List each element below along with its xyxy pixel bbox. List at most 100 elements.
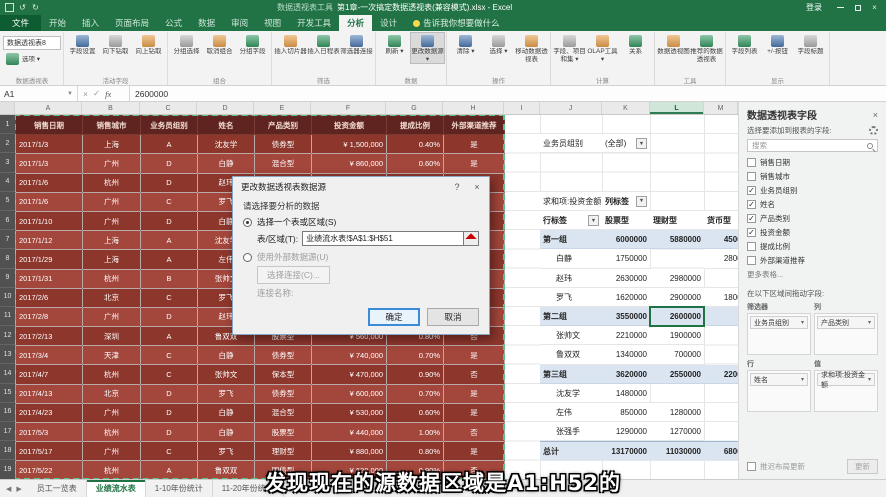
pivot-cell-K10[interactable]: 1620000 xyxy=(602,288,650,307)
table-cell[interactable]: 2017/1/31 xyxy=(16,269,83,288)
row-header-2[interactable]: 2 xyxy=(0,134,15,153)
field-item-产品类别[interactable]: ✓产品类别 xyxy=(747,211,878,225)
table-cell[interactable]: 广州 xyxy=(83,211,141,230)
area-dropzone[interactable]: 姓名▾ xyxy=(747,370,811,412)
table-cell[interactable]: 0.80% xyxy=(387,442,444,461)
table-cell[interactable]: 白静 xyxy=(198,423,255,442)
pivot-cell-L14[interactable]: 2550000 xyxy=(650,365,704,384)
pivot-cell-L17[interactable]: 1270000 xyxy=(650,422,704,441)
ribbon-tab-开始[interactable]: 开始 xyxy=(41,15,74,31)
pivottable-name-box[interactable]: 数据透视表8 xyxy=(3,36,61,50)
pivot-cell-L7[interactable]: 5880000 xyxy=(650,230,704,249)
table-cell[interactable]: 2017/4/13 xyxy=(16,384,83,403)
pivot-cell-J15[interactable]: 沈友学 xyxy=(540,384,602,403)
table-cell[interactable]: 2017/1/29 xyxy=(16,250,83,269)
pivot-cell-J5[interactable]: 求和项:投资金额 xyxy=(540,192,602,211)
field-item-提成比例[interactable]: 提成比例 xyxy=(747,239,878,253)
pivot-cell-K8[interactable]: 1750000 xyxy=(602,249,650,268)
table-cell[interactable]: 深圳 xyxy=(83,327,141,346)
table-cell[interactable]: 2017/5/17 xyxy=(16,442,83,461)
pivot-cell-J13[interactable]: 鲁双双 xyxy=(540,345,602,364)
pivot-cell-K11[interactable]: 3550000 xyxy=(602,307,650,326)
table-cell[interactable]: 2017/5/3 xyxy=(16,423,83,442)
ribbon-button-clear[interactable]: 清除 ▾ xyxy=(449,33,482,63)
table-cell[interactable]: C xyxy=(141,346,198,365)
insert-function-icon[interactable]: fx xyxy=(105,89,111,99)
table-cell[interactable]: 债券型 xyxy=(255,346,312,365)
pivot-cell-L18[interactable]: 11030000 xyxy=(650,441,704,460)
ribbon-tab-开发工具[interactable]: 开发工具 xyxy=(289,15,339,31)
field-checkbox-产品类别[interactable]: ✓ xyxy=(747,214,756,223)
ribbon-tab-审阅[interactable]: 审阅 xyxy=(223,15,256,31)
ribbon-button-slicer[interactable]: 插入切片器 xyxy=(274,33,307,63)
table-cell[interactable]: 张帅文 xyxy=(198,365,255,384)
table-cell[interactable]: 0.70% xyxy=(387,346,444,365)
table-cell[interactable]: 2017/1/3 xyxy=(16,154,83,173)
pivot-cell-K16[interactable]: 850000 xyxy=(602,403,650,422)
table-cell[interactable]: 债券型 xyxy=(255,384,312,403)
table-cell[interactable]: D xyxy=(141,384,198,403)
field-item-更多表格...[interactable]: 更多表格... xyxy=(747,267,878,281)
redo-icon[interactable]: ↻ xyxy=(31,3,40,12)
field-item-销售城市[interactable]: 销售城市 xyxy=(747,169,878,183)
sign-in-button[interactable]: 登录 xyxy=(800,2,828,13)
field-checkbox-外部渠道推荐[interactable] xyxy=(747,256,756,265)
table-cell[interactable]: 2017/2/6 xyxy=(16,288,83,307)
table-cell[interactable]: 2017/4/7 xyxy=(16,365,83,384)
table-cell[interactable]: 1.00% xyxy=(387,423,444,442)
pivot-cell-J14[interactable]: 第三组 xyxy=(540,365,602,384)
external-source-radio[interactable] xyxy=(243,253,252,262)
column-header-L[interactable]: L xyxy=(650,102,704,114)
table-cell[interactable]: 2017/2/8 xyxy=(16,307,83,326)
pivot-cell-L16[interactable]: 1280000 xyxy=(650,403,704,422)
field-checkbox-业务员组别[interactable]: ✓ xyxy=(747,186,756,195)
table-cell[interactable]: 杭州 xyxy=(83,269,141,288)
pivot-cell-K9[interactable]: 2630000 xyxy=(602,269,650,288)
table-cell[interactable]: 上海 xyxy=(83,135,141,154)
cancel-button[interactable]: 取消 xyxy=(427,308,479,326)
table-cell[interactable]: D xyxy=(141,403,198,422)
table-cell[interactable]: 0.40% xyxy=(387,135,444,154)
table-cell[interactable]: 上海 xyxy=(83,250,141,269)
field-chip-求和项:投资金额[interactable]: 求和项:投资金额▾ xyxy=(817,373,875,386)
table-cell[interactable]: 是 xyxy=(444,346,505,365)
filter-dropdown-icon[interactable]: ▼ xyxy=(636,138,647,149)
table-cell[interactable]: C xyxy=(141,365,198,384)
table-cell[interactable]: ¥ 1,500,000 xyxy=(312,135,387,154)
column-header-J[interactable]: J xyxy=(540,102,602,114)
ribbon-button-select[interactable]: 选择 ▾ xyxy=(482,33,515,63)
table-cell[interactable]: 0.60% xyxy=(387,154,444,173)
column-header-H[interactable]: H xyxy=(443,102,504,114)
name-box[interactable]: A1 ▼ xyxy=(0,86,78,101)
row-header-16[interactable]: 16 xyxy=(0,403,15,422)
table-cell[interactable]: 广州 xyxy=(83,403,141,422)
close-button[interactable]: × xyxy=(866,0,883,15)
table-cell[interactable]: 杭州 xyxy=(83,423,141,442)
ribbon-button-fields-items-sets[interactable]: 字段、项目和集 ▾ xyxy=(553,33,586,63)
table-cell[interactable]: 是 xyxy=(444,384,505,403)
column-header-G[interactable]: G xyxy=(386,102,443,114)
field-chip-姓名[interactable]: 姓名▾ xyxy=(750,373,808,386)
table-cell[interactable]: D xyxy=(141,423,198,442)
table-cell[interactable]: ¥ 860,000 xyxy=(312,154,387,173)
table-cell[interactable]: 0.70% xyxy=(387,384,444,403)
table-cell[interactable]: 2017/1/3 xyxy=(16,135,83,154)
table-cell[interactable]: D xyxy=(141,173,198,192)
pivot-cell-J2[interactable]: 业务员组别 xyxy=(540,134,602,153)
ribbon-tab-视图[interactable]: 视图 xyxy=(256,15,289,31)
ribbon-button-refresh[interactable]: 刷新 ▾ xyxy=(378,33,411,63)
enter-icon[interactable]: ✓ xyxy=(93,88,100,99)
field-checkbox-销售城市[interactable] xyxy=(747,172,756,181)
area-dropzone[interactable]: 产品类别▾ xyxy=(814,313,878,355)
table-cell[interactable]: 上海 xyxy=(83,231,141,250)
table-cell[interactable]: ¥ 440,000 xyxy=(312,423,387,442)
field-item-销售日期[interactable]: 销售日期 xyxy=(747,155,878,169)
row-header-12[interactable]: 12 xyxy=(0,326,15,345)
column-header-K[interactable]: K xyxy=(602,102,650,114)
table-cell[interactable]: 广州 xyxy=(83,154,141,173)
area-dropzone[interactable]: 求和项:投资金额▾ xyxy=(814,370,878,412)
table-cell[interactable]: 北京 xyxy=(83,288,141,307)
table-cell[interactable]: 白静 xyxy=(198,403,255,422)
ribbon-button-recommended-pivottables[interactable]: 推荐的数据透视表 xyxy=(690,33,723,63)
table-cell[interactable]: 广州 xyxy=(83,442,141,461)
